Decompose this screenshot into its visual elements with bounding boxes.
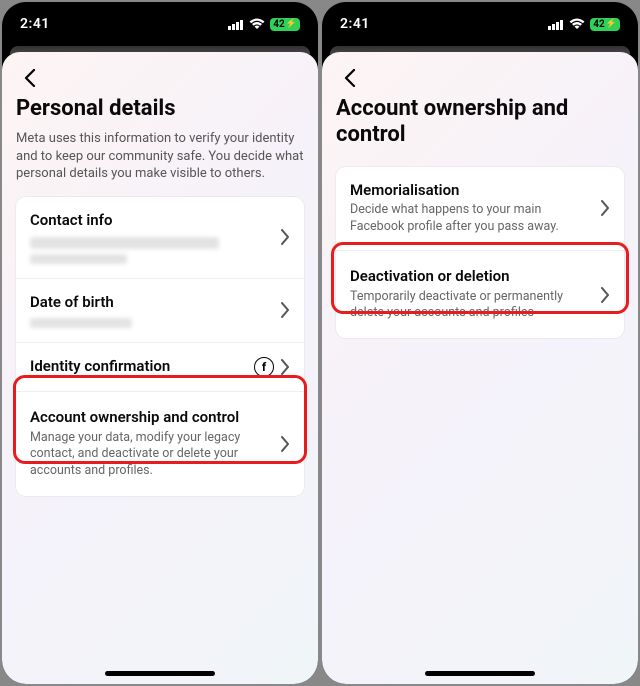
back-button[interactable]	[16, 64, 44, 92]
row-title: Memorialisation	[350, 181, 592, 201]
status-time: 2:41	[20, 16, 50, 32]
row-title: Contact info	[30, 211, 272, 231]
facebook-icon: f	[254, 357, 274, 377]
chevron-right-icon	[280, 229, 290, 245]
row-subtitle: Decide what happens to your main Faceboo…	[350, 202, 592, 236]
wifi-icon	[569, 18, 585, 30]
settings-card: Contact info Date of birth	[16, 197, 304, 496]
settings-card: Memorialisation Decide what happens to y…	[336, 167, 624, 339]
battery-level: 42	[273, 19, 284, 30]
row-subtitle: Manage your data, modify your legacy con…	[30, 430, 272, 481]
row-title: Date of birth	[30, 293, 272, 313]
row-subtitle: Temporarily deactivate or permanently de…	[350, 289, 592, 323]
statusbar: 2:41 42⚡	[2, 2, 318, 46]
screen-left: Personal details Meta uses this informat…	[2, 52, 318, 684]
status-icons: 42⚡	[228, 18, 300, 31]
chevron-right-icon	[280, 436, 290, 452]
wifi-icon	[249, 18, 265, 30]
battery-icon: 42⚡	[270, 18, 300, 31]
row-memorialisation[interactable]: Memorialisation Decide what happens to y…	[336, 167, 624, 251]
status-time: 2:41	[340, 16, 370, 32]
page-description: Meta uses this information to verify you…	[16, 130, 304, 183]
row-date-of-birth[interactable]: Date of birth	[16, 279, 304, 344]
row-title: Identity confirmation	[30, 357, 246, 377]
chevron-right-icon	[280, 302, 290, 318]
page-title: Personal details	[16, 96, 304, 122]
row-account-ownership[interactable]: Account ownership and control Manage you…	[16, 392, 304, 496]
redacted-text	[30, 237, 219, 249]
bolt-icon: ⚡	[286, 19, 297, 29]
chevron-right-icon	[600, 287, 610, 303]
row-title: Deactivation or deletion	[350, 267, 592, 287]
chevron-right-icon	[600, 200, 610, 216]
battery-level: 42	[593, 19, 604, 30]
page-title: Account ownership and control	[336, 96, 624, 149]
signal-icon	[548, 19, 564, 30]
phone-right: 2:41 42⚡ Account ownership and control M…	[322, 2, 638, 684]
row-title: Account ownership and control	[30, 408, 272, 428]
bolt-icon: ⚡	[606, 19, 617, 29]
screen-right: Account ownership and control Memorialis…	[322, 52, 638, 684]
row-contact-info[interactable]: Contact info	[16, 197, 304, 279]
redacted-text	[30, 254, 127, 264]
status-icons: 42⚡	[548, 18, 620, 31]
home-indicator[interactable]	[425, 671, 535, 676]
row-deactivation-deletion[interactable]: Deactivation or deletion Temporarily dea…	[336, 251, 624, 338]
redacted-text	[30, 318, 132, 328]
home-indicator[interactable]	[105, 671, 215, 676]
signal-icon	[228, 19, 244, 30]
battery-icon: 42⚡	[590, 18, 620, 31]
statusbar: 2:41 42⚡	[322, 2, 638, 46]
phone-left: 2:41 42⚡ Personal details Meta uses this…	[2, 2, 318, 684]
chevron-right-icon	[280, 359, 290, 375]
back-button[interactable]	[336, 64, 364, 92]
row-identity-confirmation[interactable]: Identity confirmation f	[16, 343, 304, 392]
